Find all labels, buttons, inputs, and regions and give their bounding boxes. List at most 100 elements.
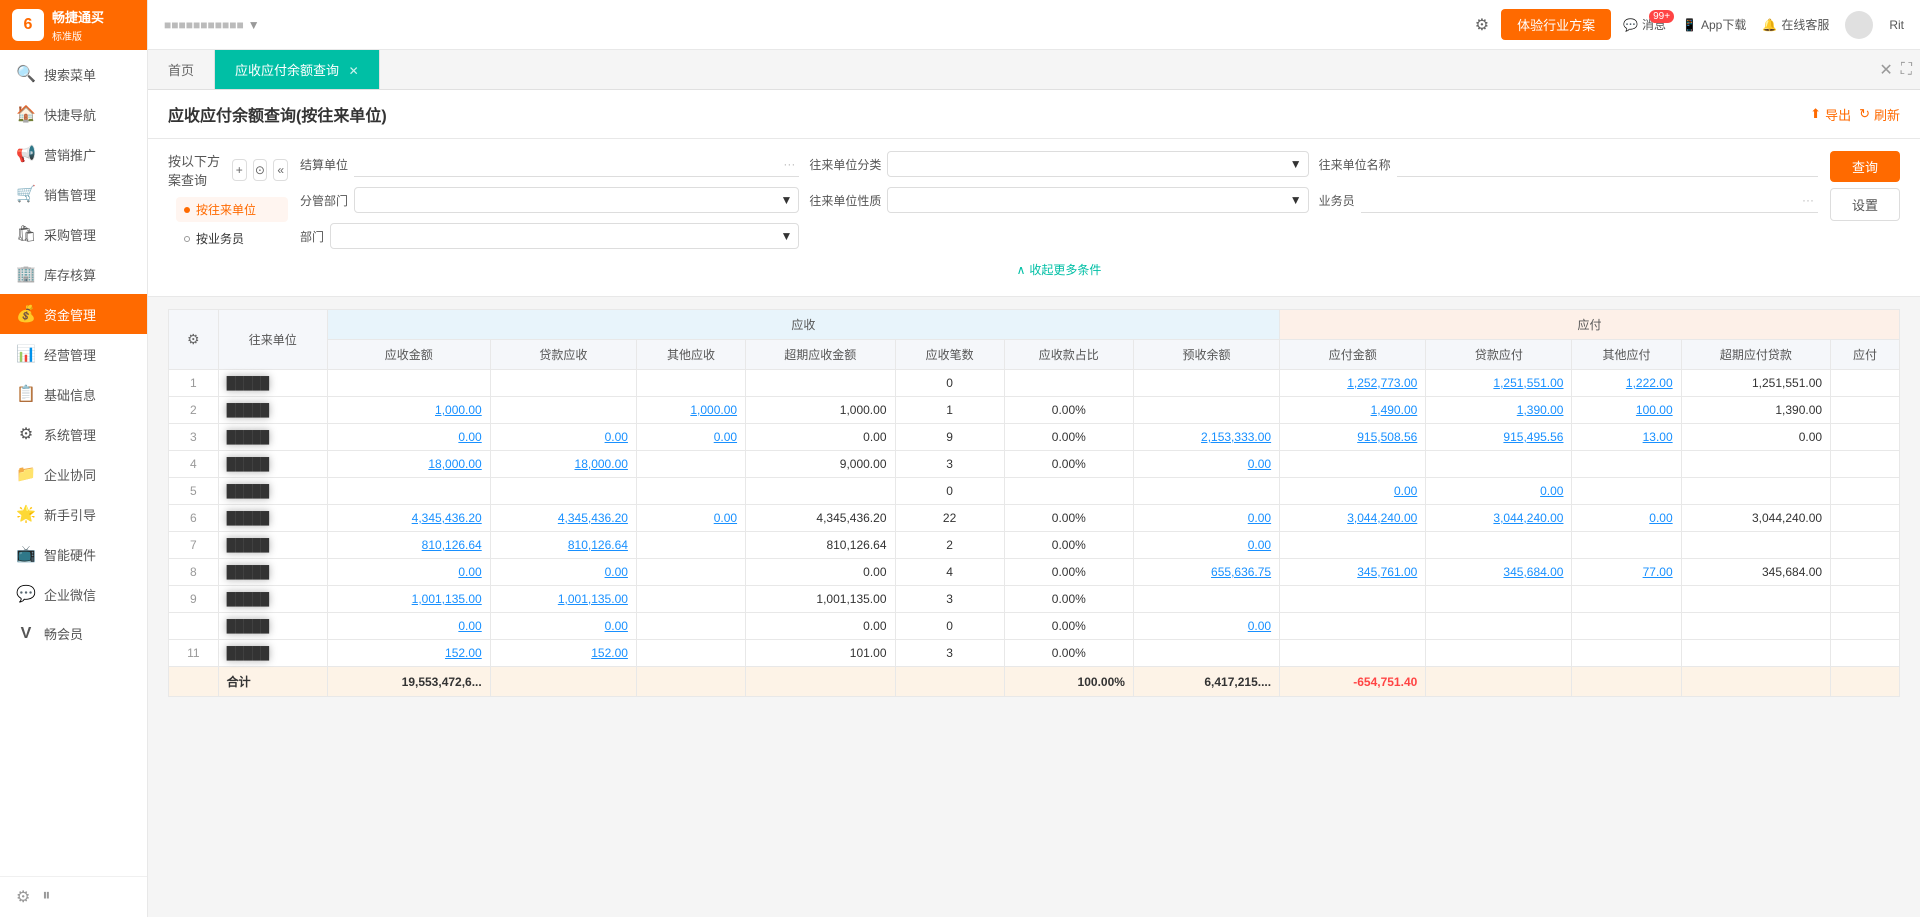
table-cell[interactable]: 345,761.00 bbox=[1280, 559, 1426, 586]
table-settings-icon[interactable]: ⚙ bbox=[187, 331, 200, 347]
table-cell[interactable]: 810,126.64 bbox=[327, 532, 490, 559]
table-cell[interactable] bbox=[636, 559, 745, 586]
table-cell[interactable] bbox=[636, 370, 745, 397]
table-cell[interactable] bbox=[1426, 451, 1572, 478]
filter-add-btn[interactable]: + bbox=[232, 159, 247, 181]
query-button[interactable]: 查询 bbox=[1830, 151, 1900, 182]
field-partner-nature-value[interactable]: ▼ bbox=[887, 187, 1308, 213]
table-cell[interactable] bbox=[1426, 640, 1572, 667]
table-cell[interactable]: 810,126.64 bbox=[490, 532, 636, 559]
field-partner-name-value[interactable] bbox=[1397, 151, 1818, 177]
table-cell[interactable]: 3,044,240.00 bbox=[1426, 505, 1572, 532]
table-cell[interactable]: 2,153,333.00 bbox=[1133, 424, 1279, 451]
table-cell[interactable]: 152.00 bbox=[490, 640, 636, 667]
filter-settings-btn[interactable]: ⊙ bbox=[253, 159, 268, 181]
table-cell[interactable]: 0.00 bbox=[636, 424, 745, 451]
table-cell[interactable] bbox=[636, 532, 745, 559]
sidebar-item-inventory[interactable]: 🏢 库存核算 bbox=[0, 254, 147, 294]
table-cell[interactable] bbox=[636, 451, 745, 478]
table-cell[interactable]: 915,508.56 bbox=[1280, 424, 1426, 451]
table-cell[interactable] bbox=[1426, 586, 1572, 613]
table-cell[interactable]: 0.00 bbox=[327, 613, 490, 640]
sidebar-item-system[interactable]: ⚙ 系统管理 bbox=[0, 414, 147, 454]
window-close-icon[interactable]: ✕ bbox=[1879, 60, 1892, 80]
table-cell[interactable] bbox=[1572, 532, 1681, 559]
online-service-button[interactable]: 🔔 在线客服 bbox=[1762, 16, 1829, 33]
table-cell[interactable]: 4,345,436.20 bbox=[327, 505, 490, 532]
sidebar-item-collab[interactable]: 📁 企业协同 bbox=[0, 454, 147, 494]
table-cell[interactable] bbox=[1280, 586, 1426, 613]
table-cell[interactable]: 1,001,135.00 bbox=[490, 586, 636, 613]
sidebar-item-sales[interactable]: 🛒 销售管理 bbox=[0, 174, 147, 214]
table-cell[interactable] bbox=[1572, 613, 1681, 640]
table-cell[interactable]: 18,000.00 bbox=[490, 451, 636, 478]
filter-option-partner[interactable]: 按往来单位 bbox=[176, 197, 288, 222]
table-cell[interactable]: 1,000.00 bbox=[636, 397, 745, 424]
table-cell[interactable] bbox=[1426, 532, 1572, 559]
table-cell[interactable]: 1,490.00 bbox=[1280, 397, 1426, 424]
table-cell[interactable]: 0.00 bbox=[1133, 613, 1279, 640]
table-cell[interactable]: 0.00 bbox=[327, 559, 490, 586]
table-cell[interactable] bbox=[636, 586, 745, 613]
field-settlement-value[interactable]: ··· bbox=[354, 151, 799, 177]
table-cell[interactable] bbox=[1280, 532, 1426, 559]
sidebar-item-purchase[interactable]: 🛍 采购管理 bbox=[0, 214, 147, 254]
table-cell[interactable]: 1,251,551.00 bbox=[1426, 370, 1572, 397]
table-cell[interactable] bbox=[1572, 451, 1681, 478]
filter-collapse-btn[interactable]: « bbox=[273, 159, 288, 181]
table-cell[interactable] bbox=[1572, 586, 1681, 613]
settings-footer-icon[interactable]: ⚙ bbox=[16, 887, 30, 907]
refresh-button[interactable]: ↻ 刷新 bbox=[1859, 105, 1900, 124]
sidebar-item-wechat[interactable]: 💬 企业微信 bbox=[0, 574, 147, 614]
table-cell[interactable] bbox=[1133, 586, 1279, 613]
table-cell[interactable] bbox=[636, 640, 745, 667]
collapse-icon[interactable]: ⏸ bbox=[42, 887, 50, 907]
table-cell[interactable] bbox=[1133, 478, 1279, 505]
table-cell[interactable]: 4,345,436.20 bbox=[490, 505, 636, 532]
table-cell[interactable] bbox=[1133, 397, 1279, 424]
field-dept-value[interactable]: ▼ bbox=[354, 187, 799, 213]
table-cell[interactable]: 0.00 bbox=[327, 424, 490, 451]
collapse-more-btn[interactable]: ∧ 收起更多条件 bbox=[300, 255, 1818, 284]
export-button[interactable]: ⬆ 导出 bbox=[1810, 105, 1851, 124]
table-cell[interactable] bbox=[1133, 640, 1279, 667]
field-salesman-value[interactable]: ··· bbox=[1361, 187, 1818, 213]
table-cell[interactable]: 0.00 bbox=[1133, 532, 1279, 559]
sidebar-item-guide[interactable]: 🌟 新手引导 bbox=[0, 494, 147, 534]
table-cell[interactable] bbox=[1133, 370, 1279, 397]
table-cell[interactable]: 152.00 bbox=[327, 640, 490, 667]
table-cell[interactable]: 100.00 bbox=[1572, 397, 1681, 424]
table-cell[interactable]: 1,390.00 bbox=[1426, 397, 1572, 424]
table-cell[interactable] bbox=[327, 370, 490, 397]
table-cell[interactable]: 3,044,240.00 bbox=[1280, 505, 1426, 532]
table-cell[interactable] bbox=[1572, 640, 1681, 667]
table-cell[interactable]: 0.00 bbox=[1133, 451, 1279, 478]
table-cell[interactable] bbox=[636, 478, 745, 505]
table-cell[interactable]: 655,636.75 bbox=[1133, 559, 1279, 586]
sidebar-item-marketing[interactable]: 📢 营销推广 bbox=[0, 134, 147, 174]
table-cell[interactable]: 1,001,135.00 bbox=[327, 586, 490, 613]
table-cell[interactable] bbox=[1280, 613, 1426, 640]
tab-close-icon[interactable]: ✕ bbox=[349, 64, 359, 78]
table-cell[interactable] bbox=[1572, 478, 1681, 505]
sidebar-item-nav[interactable]: 🏠 快捷导航 bbox=[0, 94, 147, 134]
table-cell[interactable] bbox=[636, 613, 745, 640]
field-partner-cat-value[interactable]: ▼ bbox=[887, 151, 1308, 177]
table-cell[interactable]: 1,000.00 bbox=[327, 397, 490, 424]
table-cell[interactable] bbox=[327, 478, 490, 505]
setting-button[interactable]: 设置 bbox=[1830, 188, 1900, 221]
sidebar-item-member[interactable]: V 畅会员 bbox=[0, 614, 147, 653]
solution-button[interactable]: 体验行业方案 bbox=[1501, 9, 1611, 40]
table-cell[interactable]: 915,495.56 bbox=[1426, 424, 1572, 451]
sidebar-item-finance[interactable]: 💰 资金管理 bbox=[0, 294, 147, 334]
table-cell[interactable]: 13.00 bbox=[1572, 424, 1681, 451]
table-cell[interactable]: 345,684.00 bbox=[1426, 559, 1572, 586]
table-cell[interactable]: 0.00 bbox=[1426, 478, 1572, 505]
tab-home[interactable]: 首页 bbox=[148, 50, 215, 89]
table-cell[interactable] bbox=[1280, 451, 1426, 478]
sidebar-item-hardware[interactable]: 📺 智能硬件 bbox=[0, 534, 147, 574]
table-cell[interactable]: 1,222.00 bbox=[1572, 370, 1681, 397]
table-cell[interactable] bbox=[1280, 640, 1426, 667]
table-cell[interactable]: 1,252,773.00 bbox=[1280, 370, 1426, 397]
window-expand-icon[interactable]: ⛶ bbox=[1901, 61, 1912, 79]
